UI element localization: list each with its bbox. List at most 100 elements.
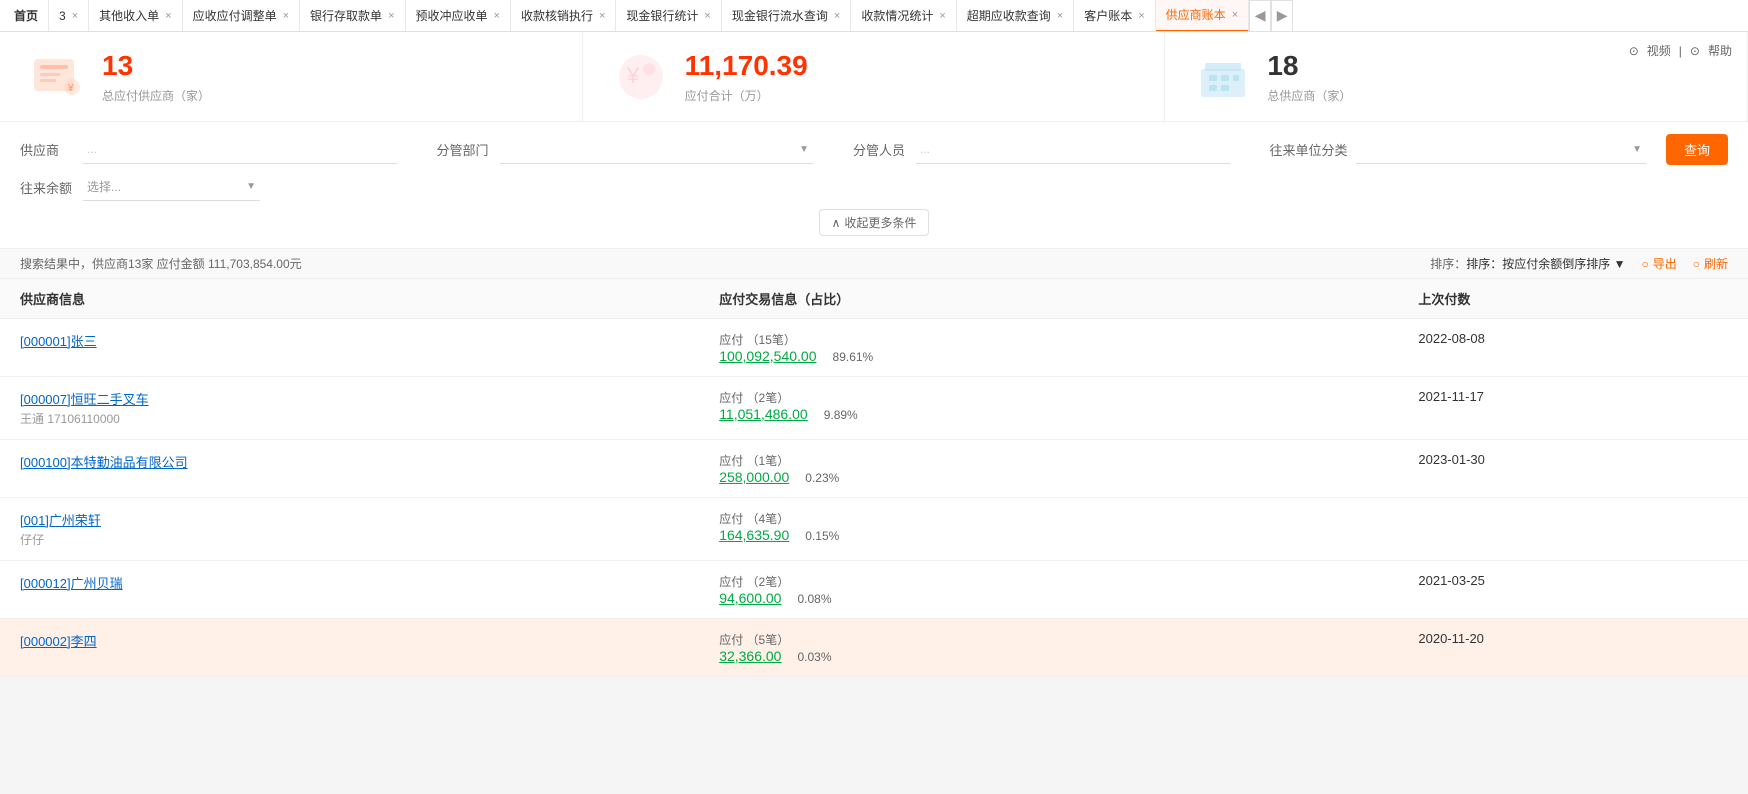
category-chevron-down-icon: ▼ bbox=[1632, 144, 1642, 155]
person-filter-label: 分管人员 bbox=[853, 140, 908, 159]
nav-tab-other-income[interactable]: 其他收入单 × bbox=[89, 0, 182, 32]
nav-tab-home[interactable]: 首页 bbox=[4, 0, 49, 32]
result-summary: 搜索结果中，供应商13家 应付金额 111,703,854.00元 bbox=[20, 255, 302, 272]
search-button[interactable]: 查询 bbox=[1666, 134, 1728, 165]
cash-bank-stat-label: 现金银行统计 bbox=[626, 7, 698, 24]
total-suppliers-icon bbox=[1195, 49, 1251, 105]
supplier-filter-label: 供应商 bbox=[20, 140, 75, 159]
nav-tab-customer-ledger[interactable]: 客户账本 × bbox=[1074, 0, 1155, 32]
tx-type-label: 应付 （2笔） bbox=[719, 573, 1378, 590]
tx-amount-value[interactable]: 94,600.00 bbox=[719, 590, 781, 606]
nav-tab-cash-bank-flow[interactable]: 现金银行流水查询 × bbox=[722, 0, 851, 32]
close-cash-bank-flow-icon[interactable]: × bbox=[834, 10, 840, 22]
nav-tab-receipt-verify[interactable]: 收款核销执行 × bbox=[511, 0, 616, 32]
refresh-button[interactable]: ○ 刷新 bbox=[1693, 255, 1728, 272]
tx-amount-value[interactable]: 258,000.00 bbox=[719, 469, 789, 485]
nav-tab-ar-ap-adjust[interactable]: 应收应付调整单 × bbox=[183, 0, 300, 32]
close-receipt-verify-icon[interactable]: × bbox=[599, 10, 605, 22]
supplier-link[interactable]: [000001]张三 bbox=[20, 334, 97, 349]
dept-filter-select[interactable]: ▼ bbox=[500, 136, 814, 164]
payable-suppliers-number: 13 bbox=[102, 49, 210, 83]
payable-amount-text: 11,170.39 应付合计（万） bbox=[685, 49, 808, 104]
nav-tab-receipt-stat[interactable]: 收款情况统计 × bbox=[851, 0, 956, 32]
table-row: [000100]本特勤油品有限公司应付 （1笔）258,000.000.23%2… bbox=[0, 440, 1748, 498]
total-suppliers-text: 18 总供应商（家） bbox=[1267, 49, 1351, 104]
last-pay-cell: 2020-11-20 bbox=[1398, 619, 1748, 677]
export-icon: ○ bbox=[1641, 257, 1648, 271]
last-pay-cell: 2021-11-17 bbox=[1398, 377, 1748, 440]
balance-filter-label: 往来余额 bbox=[20, 178, 75, 197]
close-tab3-icon[interactable]: × bbox=[72, 10, 78, 22]
export-button[interactable]: ○ 导出 bbox=[1641, 255, 1676, 272]
filter-row-1: 供应商 分管部门 ▼ 分管人员 往来单位分类 ▼ 查询 bbox=[20, 134, 1728, 165]
video-link[interactable]: 视频 bbox=[1647, 42, 1671, 59]
close-cash-bank-stat-icon[interactable]: × bbox=[704, 10, 710, 22]
tx-type-label: 应付 （1笔） bbox=[719, 452, 1378, 469]
tx-amount-value[interactable]: 11,051,486.00 bbox=[719, 406, 808, 422]
supplier-link[interactable]: [001]广州荣轩 bbox=[20, 513, 101, 528]
supplier-info-cell: [000001]张三 bbox=[0, 319, 699, 377]
collapse-button[interactable]: ∧ 收起更多条件 bbox=[819, 209, 930, 236]
close-prepay-icon[interactable]: × bbox=[494, 10, 500, 22]
nav-next-arrow[interactable]: ▶ bbox=[1271, 0, 1293, 32]
supplier-filter-input[interactable] bbox=[83, 136, 397, 164]
last-pay-cell: 2022-08-08 bbox=[1398, 319, 1748, 377]
links-separator: | bbox=[1679, 44, 1682, 58]
tx-type-label: 应付 （2笔） bbox=[719, 389, 1378, 406]
tx-percent-value: 9.89% bbox=[824, 408, 858, 422]
customer-ledger-label: 客户账本 bbox=[1084, 7, 1132, 24]
nav-tab-bank-deposit[interactable]: 银行存取款单 × bbox=[300, 0, 405, 32]
nav-tab-cash-bank-stat[interactable]: 现金银行统计 × bbox=[616, 0, 721, 32]
stats-bar: ¥ 13 总应付供应商（家） ¥ 11,170.39 应付合计（万） bbox=[0, 32, 1748, 122]
export-label: 导出 bbox=[1653, 255, 1677, 272]
video-icon: ⊙ bbox=[1629, 44, 1639, 58]
tx-amount-value[interactable]: 32,366.00 bbox=[719, 648, 781, 664]
supplier-link[interactable]: [000002]李四 bbox=[20, 634, 97, 649]
close-other-income-icon[interactable]: × bbox=[165, 10, 171, 22]
close-supplier-ledger-icon[interactable]: × bbox=[1232, 9, 1238, 21]
last-pay-cell: 2021-03-25 bbox=[1398, 561, 1748, 619]
receipt-verify-label: 收款核销执行 bbox=[521, 7, 593, 24]
nav-tab-3[interactable]: 3 × bbox=[49, 0, 89, 32]
balance-chevron-down-icon: ▼ bbox=[246, 181, 256, 192]
tx-info-cell: 应付 （5笔）32,366.000.03% bbox=[699, 619, 1398, 677]
total-suppliers-label: 总供应商（家） bbox=[1267, 87, 1351, 104]
close-receipt-stat-icon[interactable]: × bbox=[939, 10, 945, 22]
supplier-table: 供应商信息 应付交易信息（占比） 上次付数 [000001]张三应付 （15笔）… bbox=[0, 279, 1748, 677]
balance-filter-select[interactable]: 选择... ▼ bbox=[83, 173, 260, 201]
nav-tab-supplier-ledger[interactable]: 供应商账本 × bbox=[1156, 0, 1249, 32]
help-link[interactable]: 帮助 bbox=[1708, 42, 1732, 59]
payable-suppliers-text: 13 总应付供应商（家） bbox=[102, 49, 210, 104]
supplier-link[interactable]: [000100]本特勤油品有限公司 bbox=[20, 455, 188, 470]
filter-row-2: 往来余额 选择... ▼ bbox=[20, 173, 1728, 201]
payable-amount-number: 11,170.39 bbox=[685, 49, 808, 83]
svg-text:¥: ¥ bbox=[626, 63, 640, 88]
tx-amount-value[interactable]: 100,092,540.00 bbox=[719, 348, 816, 364]
result-actions: 排序：排序：按应付余额倒序排序 ▼ ○ 导出 ○ 刷新 bbox=[1430, 255, 1728, 272]
nav-prev-arrow[interactable]: ◀ bbox=[1249, 0, 1271, 32]
table-row: [000007]恒旺二手叉车王通 17106110000应付 （2笔）11,05… bbox=[0, 377, 1748, 440]
supplier-ledger-label: 供应商账本 bbox=[1166, 6, 1226, 23]
nav-tab-overdue-ar[interactable]: 超期应收款查询 × bbox=[957, 0, 1074, 32]
category-filter-select[interactable]: ▼ bbox=[1356, 136, 1646, 164]
close-bank-icon[interactable]: × bbox=[388, 10, 394, 22]
top-right-links: ⊙ 视频 | ⊙ 帮助 bbox=[1629, 42, 1732, 59]
tx-amount-row: 32,366.000.03% bbox=[719, 648, 1378, 664]
close-ar-ap-icon[interactable]: × bbox=[283, 10, 289, 22]
filter-balance: 往来余额 选择... ▼ bbox=[20, 173, 260, 201]
sort-chevron-down-icon[interactable]: ▼ bbox=[1614, 257, 1626, 271]
person-filter-input[interactable] bbox=[916, 136, 1230, 164]
filter-area: 供应商 分管部门 ▼ 分管人员 往来单位分类 ▼ 查询 bbox=[0, 122, 1748, 249]
th-last-pay: 上次付数 bbox=[1398, 279, 1748, 319]
tx-amount-value[interactable]: 164,635.90 bbox=[719, 527, 789, 543]
data-table-container: 供应商信息 应付交易信息（占比） 上次付数 [000001]张三应付 （15笔）… bbox=[0, 279, 1748, 677]
supplier-link[interactable]: [000012]广州贝瑞 bbox=[20, 576, 123, 591]
tx-amount-row: 164,635.900.15% bbox=[719, 527, 1378, 543]
supplier-link[interactable]: [000007]恒旺二手叉车 bbox=[20, 392, 149, 407]
table-row: [000001]张三应付 （15笔）100,092,540.0089.61%20… bbox=[0, 319, 1748, 377]
category-filter-label: 往来单位分类 bbox=[1270, 140, 1348, 159]
bank-deposit-label: 银行存取款单 bbox=[310, 7, 382, 24]
close-customer-ledger-icon[interactable]: × bbox=[1138, 10, 1144, 22]
close-overdue-ar-icon[interactable]: × bbox=[1057, 10, 1063, 22]
nav-tab-prepay[interactable]: 预收冲应收单 × bbox=[406, 0, 511, 32]
